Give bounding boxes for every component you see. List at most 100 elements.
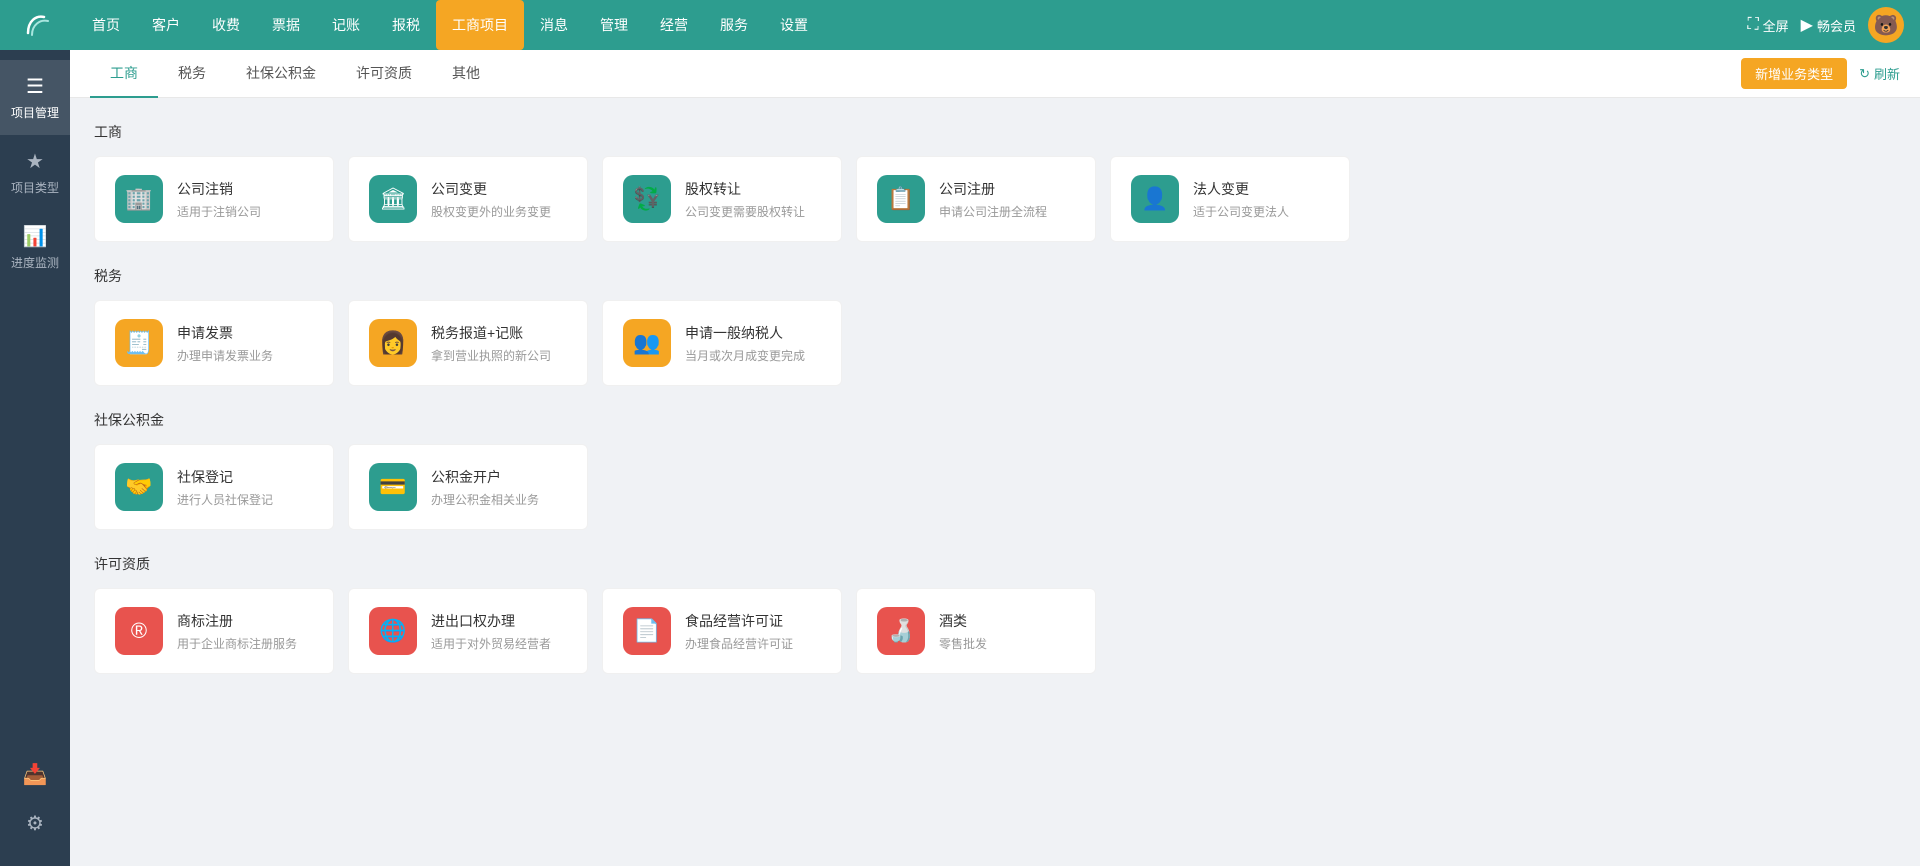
user-avatar[interactable]: 🐻 — [1868, 7, 1904, 43]
card-title: 税务报道+记账 — [431, 323, 567, 343]
card-desc: 拿到营业执照的新公司 — [431, 347, 567, 364]
section-title: 工商 — [94, 122, 1896, 142]
card-公司注销[interactable]: 🏢 公司注销适用于注销公司 — [94, 156, 334, 242]
card-title: 公司注册 — [939, 179, 1075, 199]
card-desc: 股权变更外的业务变更 — [431, 203, 567, 220]
add-type-button[interactable]: 新增业务类型 — [1741, 58, 1847, 89]
card-info: 酒类零售批发 — [939, 611, 1075, 652]
refresh-button[interactable]: ↻ 刷新 — [1859, 64, 1900, 83]
section-工商: 工商🏢公司注销适用于注销公司🏛公司变更股权变更外的业务变更💱股权转让公司变更需要… — [94, 122, 1896, 242]
card-icon: 👥 — [623, 319, 671, 367]
card-申请一般纳税人[interactable]: 👥 申请一般纳税人当月或次月成变更完成 — [602, 300, 842, 386]
sidebar-item-project-type[interactable]: ★ 项目类型 — [0, 135, 70, 210]
card-info: 食品经营许可证办理食品经营许可证 — [685, 611, 821, 652]
nav-item-设置[interactable]: 设置 — [764, 0, 824, 50]
card-社保登记[interactable]: 🤝 社保登记进行人员社保登记 — [94, 444, 334, 530]
nav-item-消息[interactable]: 消息 — [524, 0, 584, 50]
cards-grid: 🏢公司注销适用于注销公司🏛公司变更股权变更外的业务变更💱股权转让公司变更需要股权… — [94, 156, 1896, 242]
card-公积金开户[interactable]: 💳公积金开户办理公积金相关业务 — [348, 444, 588, 530]
nav-item-管理[interactable]: 管理 — [584, 0, 644, 50]
card-info: 税务报道+记账拿到营业执照的新公司 — [431, 323, 567, 364]
section-title: 税务 — [94, 266, 1896, 286]
card-icon: 🌐 — [369, 607, 417, 655]
card-title: 进出口权办理 — [431, 611, 567, 631]
card-icon: 🤝 — [115, 463, 163, 511]
nav-item-经营[interactable]: 经营 — [644, 0, 704, 50]
section-税务: 税务 🧾申请发票办理申请发票业务👩税务报道+记账拿到营业执照的新公司 👥 申请一般纳税… — [94, 266, 1896, 386]
sidebar-settings-button[interactable]: ⚙ — [19, 801, 52, 846]
tab-工商[interactable]: 工商 — [90, 50, 158, 98]
card-title: 法人变更 — [1193, 179, 1329, 199]
card-desc: 当月或次月成变更完成 — [685, 347, 821, 364]
nav-item-首页[interactable]: 首页 — [76, 0, 136, 50]
sidebar-download-button[interactable]: 📥 — [19, 752, 52, 797]
tab-actions: 新增业务类型 ↻ 刷新 — [1741, 58, 1900, 89]
card-icon: 📋 — [877, 175, 925, 223]
card-desc: 进行人员社保登记 — [177, 491, 313, 508]
tab-header: 工商税务社保公积金许可资质其他 新增业务类型 ↻ 刷新 — [70, 50, 1920, 98]
card-desc: 办理食品经营许可证 — [685, 635, 821, 652]
card-商标注册[interactable]: ®商标注册用于企业商标注册服务 — [94, 588, 334, 674]
nav-items: 首页客户收费票据记账报税工商项目消息管理经营服务设置 — [76, 0, 1747, 50]
sidebar-item-progress-monitor[interactable]: 📊 进度监测 — [0, 210, 70, 285]
card-食品经营许可证[interactable]: 📄食品经营许可证办理食品经营许可证 — [602, 588, 842, 674]
nav-item-收费[interactable]: 收费 — [196, 0, 256, 50]
section-社保公积金: 社保公积金🤝社保登记进行人员社保登记💳公积金开户办理公积金相关业务 — [94, 410, 1896, 530]
cards-grid: 🤝社保登记进行人员社保登记💳公积金开户办理公积金相关业务 — [94, 444, 1896, 530]
card-申请发票[interactable]: 🧾申请发票办理申请发票业务 — [94, 300, 334, 386]
sidebar-item-project-management[interactable]: ☰ 项目管理 — [0, 60, 70, 135]
nav-item-客户[interactable]: 客户 — [136, 0, 196, 50]
card-desc: 公司变更需要股权转让 — [685, 203, 821, 220]
tab-税务[interactable]: 税务 — [158, 50, 226, 98]
card-公司注册[interactable]: 📋 公司注册申请公司注册全流程 — [856, 156, 1096, 242]
card-股权转让[interactable]: 💱股权转让公司变更需要股权转让 — [602, 156, 842, 242]
nav-right: ⛶ 全屏 ▶ 畅会员 🐻 — [1747, 7, 1904, 43]
fullscreen-button[interactable]: ⛶ 全屏 — [1747, 16, 1788, 35]
settings-icon: ⚙ — [26, 811, 44, 836]
card-title: 商标注册 — [177, 611, 313, 631]
nav-item-票据[interactable]: 票据 — [256, 0, 316, 50]
sidebar: ☰ 项目管理 ★ 项目类型 📊 进度监测 📥 ⚙ — [0, 50, 70, 866]
project-management-icon: ☰ — [26, 74, 44, 99]
card-title: 公司注销 — [177, 179, 313, 199]
card-info: 公积金开户办理公积金相关业务 — [431, 467, 567, 508]
card-税务报道+记账[interactable]: 👩税务报道+记账拿到营业执照的新公司 — [348, 300, 588, 386]
main-content: 工商税务社保公积金许可资质其他 新增业务类型 ↻ 刷新 工商🏢公司注销适用于注销… — [70, 50, 1920, 866]
app-logo — [16, 5, 56, 45]
card-title: 公积金开户 — [431, 467, 567, 487]
section-title: 许可资质 — [94, 554, 1896, 574]
card-icon: 🍶 — [877, 607, 925, 655]
card-title: 申请一般纳税人 — [685, 323, 821, 343]
project-type-icon: ★ — [26, 149, 44, 174]
top-navigation: 首页客户收费票据记账报税工商项目消息管理经营服务设置 ⛶ 全屏 ▶ 畅会员 🐻 — [0, 0, 1920, 50]
cards-grid: 🧾申请发票办理申请发票业务👩税务报道+记账拿到营业执照的新公司 👥 申请一般纳税人当… — [94, 300, 1896, 386]
card-desc: 适用于注销公司 — [177, 203, 313, 220]
card-icon: ® — [115, 607, 163, 655]
card-info: 公司注销适用于注销公司 — [177, 179, 313, 220]
tab-许可资质[interactable]: 许可资质 — [336, 50, 432, 98]
card-icon: 🏢 — [115, 175, 163, 223]
card-desc: 办理申请发票业务 — [177, 347, 313, 364]
vip-button[interactable]: ▶ 畅会员 — [1801, 15, 1856, 35]
card-title: 社保登记 — [177, 467, 313, 487]
card-进出口权办理[interactable]: 🌐进出口权办理适用于对外贸易经营者 — [348, 588, 588, 674]
card-desc: 办理公积金相关业务 — [431, 491, 567, 508]
nav-item-记账[interactable]: 记账 — [316, 0, 376, 50]
card-法人变更[interactable]: 👤法人变更适于公司变更法人 — [1110, 156, 1350, 242]
card-info: 公司变更股权变更外的业务变更 — [431, 179, 567, 220]
card-info: 股权转让公司变更需要股权转让 — [685, 179, 821, 220]
nav-item-服务[interactable]: 服务 — [704, 0, 764, 50]
nav-item-工商项目[interactable]: 工商项目 — [436, 0, 524, 50]
card-title: 酒类 — [939, 611, 1075, 631]
tab-社保公积金[interactable]: 社保公积金 — [226, 50, 336, 98]
refresh-icon: ↻ — [1859, 66, 1870, 82]
card-酒类[interactable]: 🍶 酒类零售批发 — [856, 588, 1096, 674]
card-icon: 🧾 — [115, 319, 163, 367]
card-info: 公司注册申请公司注册全流程 — [939, 179, 1075, 220]
section-许可资质: 许可资质®商标注册用于企业商标注册服务🌐进出口权办理适用于对外贸易经营者📄食品经… — [94, 554, 1896, 674]
nav-item-报税[interactable]: 报税 — [376, 0, 436, 50]
card-公司变更[interactable]: 🏛公司变更股权变更外的业务变更 — [348, 156, 588, 242]
sidebar-bottom: 📥 ⚙ — [19, 752, 52, 866]
card-title: 公司变更 — [431, 179, 567, 199]
tab-其他[interactable]: 其他 — [432, 50, 500, 98]
